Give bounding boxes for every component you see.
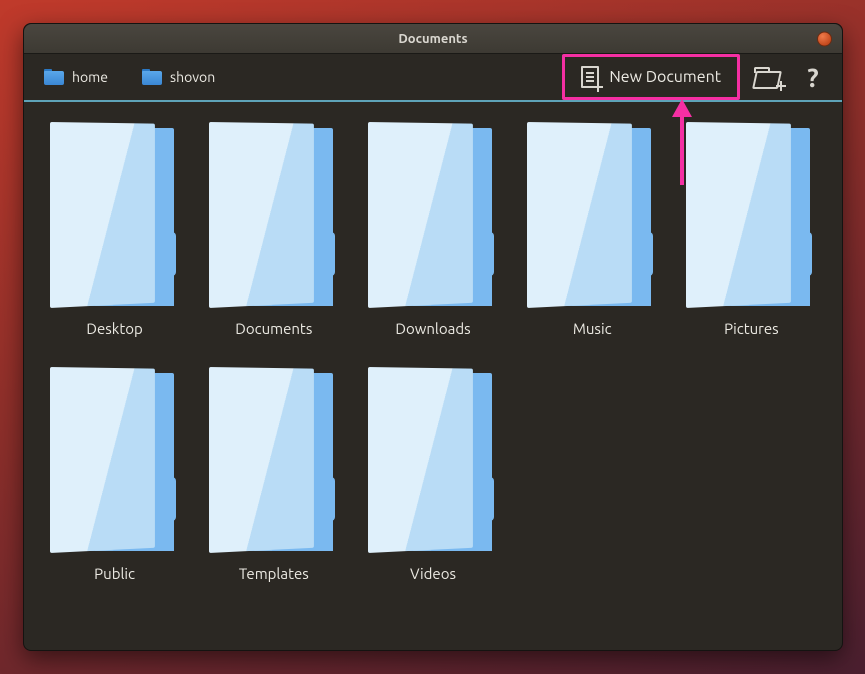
new-folder-button[interactable] [748,59,786,95]
folder-icon [368,367,498,557]
breadcrumb-label: home [72,69,108,85]
annotation-arrow [680,115,684,185]
folder-item[interactable]: Pictures [679,122,824,337]
folder-item[interactable]: Desktop [42,122,187,337]
folder-item[interactable]: Templates [201,367,346,582]
folder-icon [209,122,339,312]
folder-icon [527,122,657,312]
folder-item[interactable]: Documents [201,122,346,337]
folder-grid: Desktop Documents Downloads Music Pictures Pu… [42,122,824,582]
folder-icon [686,122,816,312]
folder-item[interactable]: Videos [360,367,505,582]
new-document-button[interactable]: New Document [569,59,733,95]
close-button[interactable] [817,31,832,46]
content-area: Desktop Documents Downloads Music Pictures Pu… [24,102,842,650]
folder-label: Documents [235,320,312,337]
folder-item[interactable]: Public [42,367,187,582]
folder-label: Music [573,320,612,337]
folder-label: Public [94,565,135,582]
new-document-label: New Document [609,68,721,86]
toolbar-actions: New Document ? [562,54,832,100]
file-manager-window: Documents home shovon New Document [23,23,843,651]
folder-label: Desktop [86,320,142,337]
annotation-highlight: New Document [562,54,740,100]
toolbar: home shovon New Document ? [24,54,842,102]
folder-icon [142,69,162,85]
folder-icon [50,122,180,312]
folder-icon [50,367,180,557]
breadcrumb-label: shovon [170,69,215,85]
help-icon: ? [800,63,826,92]
folder-icon [368,122,498,312]
folder-item[interactable]: Downloads [360,122,505,337]
help-button[interactable]: ? [794,59,832,95]
new-folder-icon [754,67,780,87]
folder-label: Pictures [724,320,779,337]
folder-label: Videos [410,565,456,582]
window-title: Documents [398,32,467,46]
breadcrumb-home[interactable]: home [34,60,118,94]
folder-icon [44,69,64,85]
folder-label: Downloads [395,320,470,337]
titlebar: Documents [24,24,842,54]
folder-label: Templates [239,565,309,582]
new-document-icon [581,66,599,88]
folder-icon [209,367,339,557]
folder-item[interactable]: Music [520,122,665,337]
breadcrumb-user[interactable]: shovon [132,60,225,94]
